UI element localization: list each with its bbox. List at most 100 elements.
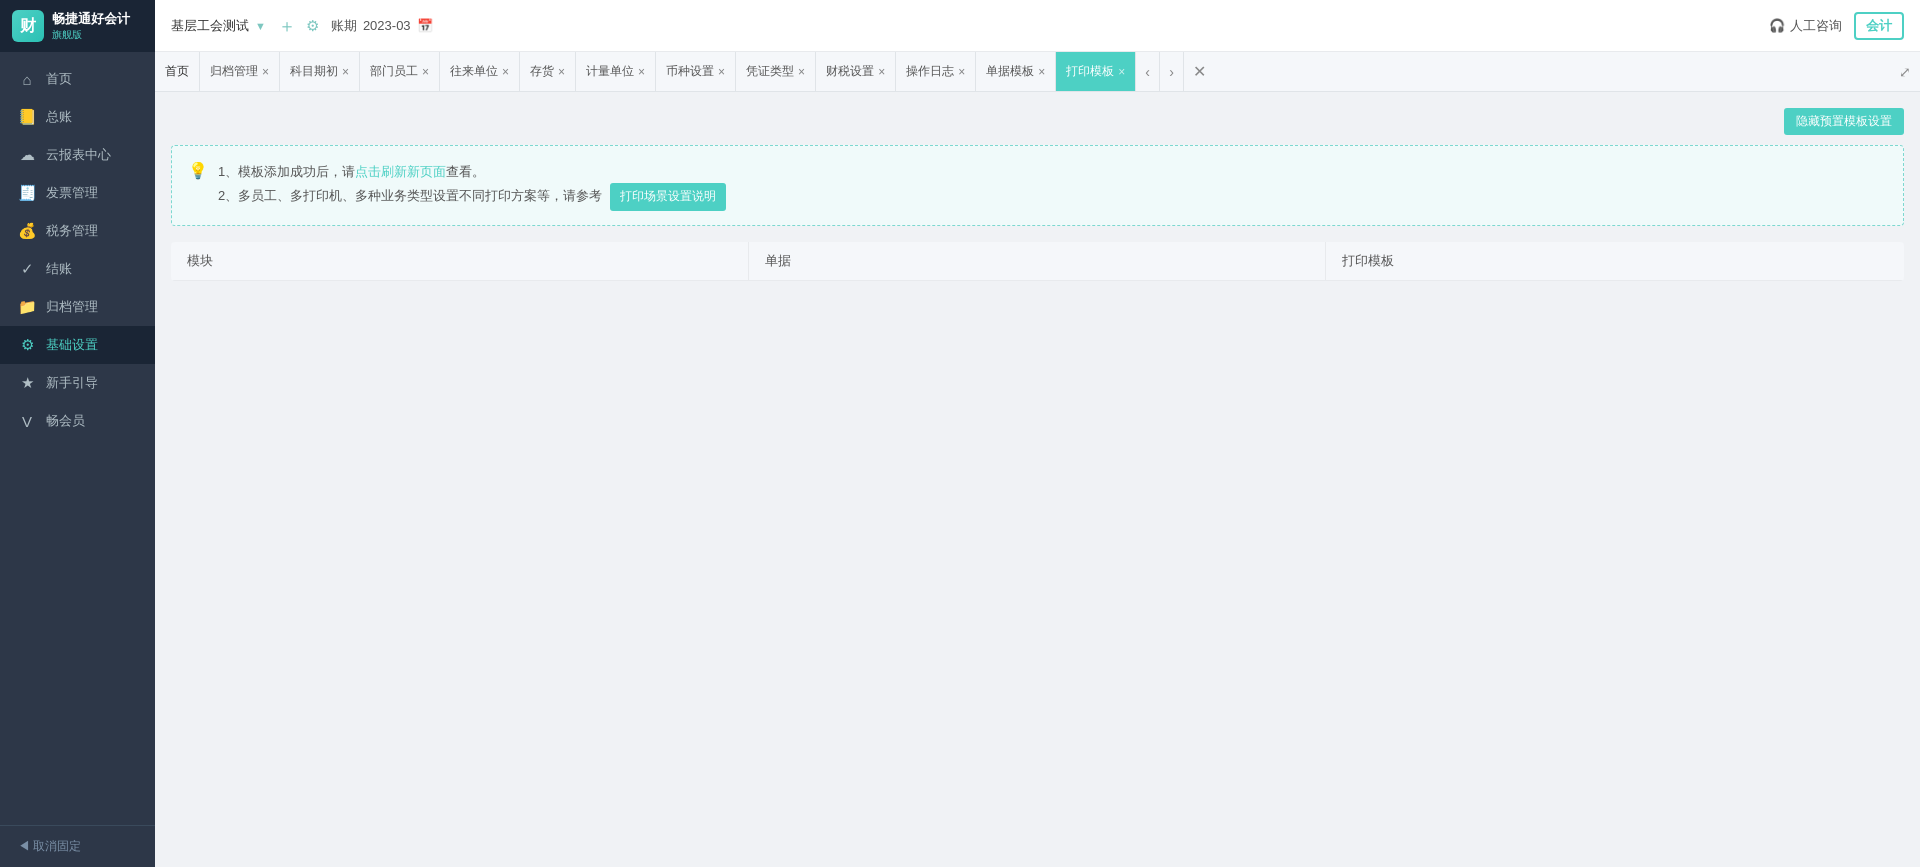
sidebar-label-reports: 云报表中心 (46, 146, 111, 164)
tab-close-supplier[interactable]: × (502, 65, 509, 79)
tab-close-taxsetting[interactable]: × (878, 65, 885, 79)
calendar-icon[interactable]: 📅 (417, 18, 433, 33)
tab-oplog[interactable]: 操作日志 × (896, 52, 976, 92)
tab-close-dept[interactable]: × (422, 65, 429, 79)
tab-label-archive: 归档管理 (210, 63, 258, 80)
archive-icon: 📁 (18, 298, 36, 316)
info-line2: 2、多员工、多打印机、多种业务类型设置不同打印方案等，请参考 打印场景设置说明 (218, 183, 730, 211)
tab-label-singleform: 单据模板 (986, 63, 1034, 80)
tab-label-inventory: 存货 (530, 63, 554, 80)
col-single-form: 单据 (749, 242, 1327, 280)
tab-measure[interactable]: 计量单位 × (576, 52, 656, 92)
sidebar-item-archive[interactable]: 📁 归档管理 (0, 288, 155, 326)
tab-taxsetting[interactable]: 财税设置 × (816, 52, 896, 92)
tab-voucher[interactable]: 凭证类型 × (736, 52, 816, 92)
info-box: 💡 1、模板添加成功后，请点击刷新新页面查看。 2、多员工、多打印机、多种业务类… (171, 145, 1904, 226)
tab-close-archive[interactable]: × (262, 65, 269, 79)
tab-supplier[interactable]: 往来单位 × (440, 52, 520, 92)
col-module: 模块 (171, 242, 749, 280)
print-scene-button[interactable]: 打印场景设置说明 (610, 183, 726, 211)
tab-close-measure[interactable]: × (638, 65, 645, 79)
sidebar-label-guide: 新手引导 (46, 374, 98, 392)
hide-template-row: 隐藏预置模板设置 (171, 108, 1904, 135)
tab-currency[interactable]: 币种设置 × (656, 52, 736, 92)
accounting-period: 账期 2023-03 📅 (331, 17, 433, 35)
ledger-icon: 📒 (18, 108, 36, 126)
sidebar-item-guide[interactable]: ★ 新手引导 (0, 364, 155, 402)
expand-button[interactable]: ⤢ (1890, 52, 1920, 92)
tab-subject[interactable]: 科目期初 × (280, 52, 360, 92)
sidebar-label-basic: 基础设置 (46, 336, 98, 354)
company-name: 基层工会测试 (171, 17, 249, 35)
sidebar-item-home[interactable]: ⌂首页 (0, 60, 155, 98)
sidebar-item-tax[interactable]: 💰 税务管理 (0, 212, 155, 250)
tab-close-subject[interactable]: × (342, 65, 349, 79)
main-area: 基层工会测试 ▼ ＋ ⚙ 账期 2023-03 📅 🎧 人工咨询 会计 首页归档… (155, 0, 1920, 867)
sidebar: 财 畅捷通好会计 旗舰版 ⌂首页 📒 总账 ☁ 云报表中心 🧾 发票管理 💰 税务管理 ✓结账 📁 归… (0, 0, 155, 867)
topbar: 基层工会测试 ▼ ＋ ⚙ 账期 2023-03 📅 🎧 人工咨询 会计 (155, 0, 1920, 52)
tab-close-currency[interactable]: × (718, 65, 725, 79)
info-line1-before: 1、模板添加成功后，请 (218, 164, 355, 179)
company-dropdown-icon: ▼ (255, 20, 266, 32)
company-selector[interactable]: 基层工会测试 ▼ (171, 17, 266, 35)
table-header: 模块 单据 打印模板 (171, 242, 1904, 281)
reports-icon: ☁ (18, 146, 36, 164)
invoice-icon: 🧾 (18, 184, 36, 202)
tab-printtemplate[interactable]: 打印模板× (1056, 52, 1136, 92)
tab-archive[interactable]: 归档管理 × (200, 52, 280, 92)
tab-close-inventory[interactable]: × (558, 65, 565, 79)
sidebar-item-invoice[interactable]: 🧾 发票管理 (0, 174, 155, 212)
lightbulb-icon: 💡 (188, 161, 208, 180)
hide-template-button[interactable]: 隐藏预置模板设置 (1784, 108, 1904, 135)
sidebar-item-basic[interactable]: ⚙ 基础设置 (0, 326, 155, 364)
tax-icon: 💰 (18, 222, 36, 240)
logo-text: 畅捷通好会计 旗舰版 (52, 10, 130, 42)
tab-close-singleform[interactable]: × (1038, 65, 1045, 79)
logo-title: 畅捷通好会计 (52, 10, 130, 28)
sidebar-item-settlement[interactable]: ✓结账 (0, 250, 155, 288)
guide-icon: ★ (18, 374, 36, 392)
info-line2-before: 2、多员工、多打印机、多种业务类型设置不同打印方案等，请参考 (218, 188, 602, 203)
col-print-template: 打印模板 (1326, 242, 1904, 280)
support-button[interactable]: 🎧 人工咨询 (1769, 17, 1842, 35)
account-button[interactable]: 会计 (1854, 12, 1904, 40)
basic-icon: ⚙ (18, 336, 36, 354)
settings-icon[interactable]: ⚙ (306, 17, 319, 35)
tab-label-supplier: 往来单位 (450, 63, 498, 80)
tab-label-voucher: 凭证类型 (746, 63, 794, 80)
home-icon: ⌂ (18, 71, 36, 88)
tab-inventory[interactable]: 存货 × (520, 52, 576, 92)
sidebar-label-tax: 税务管理 (46, 222, 98, 240)
tab-dept[interactable]: 部门员工× (360, 52, 440, 92)
sidebar-label-archive: 归档管理 (46, 298, 98, 316)
tab-close-voucher[interactable]: × (798, 65, 805, 79)
topbar-actions: ＋ ⚙ (278, 14, 319, 38)
sidebar-label-ledger: 总账 (46, 108, 72, 126)
tab-home[interactable]: 首页 (155, 52, 200, 92)
tab-label-oplog: 操作日志 (906, 63, 954, 80)
sidebar-label-member: 畅会员 (46, 412, 85, 430)
tab-next-button[interactable]: › (1160, 52, 1184, 92)
unpin-button[interactable]: ◀ 取消固定 (0, 825, 155, 867)
tabbar: 首页归档管理×科目期初×部门员工×往来单位×存货×计量单位×币种设置×凭证类型×… (155, 52, 1920, 92)
add-tab-button[interactable]: ＋ (278, 14, 296, 38)
info-line1: 1、模板添加成功后，请点击刷新新页面查看。 (218, 160, 730, 183)
logo-subtitle: 旗舰版 (52, 28, 130, 42)
sidebar-item-member[interactable]: V畅会员 (0, 402, 155, 440)
period-value: 2023-03 (363, 18, 411, 33)
tab-prev-button[interactable]: ‹ (1136, 52, 1160, 92)
tab-label-taxsetting: 财税设置 (826, 63, 874, 80)
sidebar-item-reports[interactable]: ☁ 云报表中心 (0, 136, 155, 174)
tab-close-printtemplate[interactable]: × (1118, 65, 1125, 79)
tab-label-currency: 币种设置 (666, 63, 714, 80)
logo-area: 财 畅捷通好会计 旗舰版 (0, 0, 155, 52)
tab-close-oplog[interactable]: × (958, 65, 965, 79)
sidebar-item-ledger[interactable]: 📒 总账 (0, 98, 155, 136)
tab-label-measure: 计量单位 (586, 63, 634, 80)
tab-label-subject: 科目期初 (290, 63, 338, 80)
refresh-link[interactable]: 点击刷新新页面 (355, 164, 446, 179)
sidebar-label-invoice: 发票管理 (46, 184, 98, 202)
close-all-tabs-button[interactable]: ✕ (1184, 52, 1214, 92)
headphone-icon: 🎧 (1769, 18, 1785, 33)
tab-singleform[interactable]: 单据模板 × (976, 52, 1056, 92)
